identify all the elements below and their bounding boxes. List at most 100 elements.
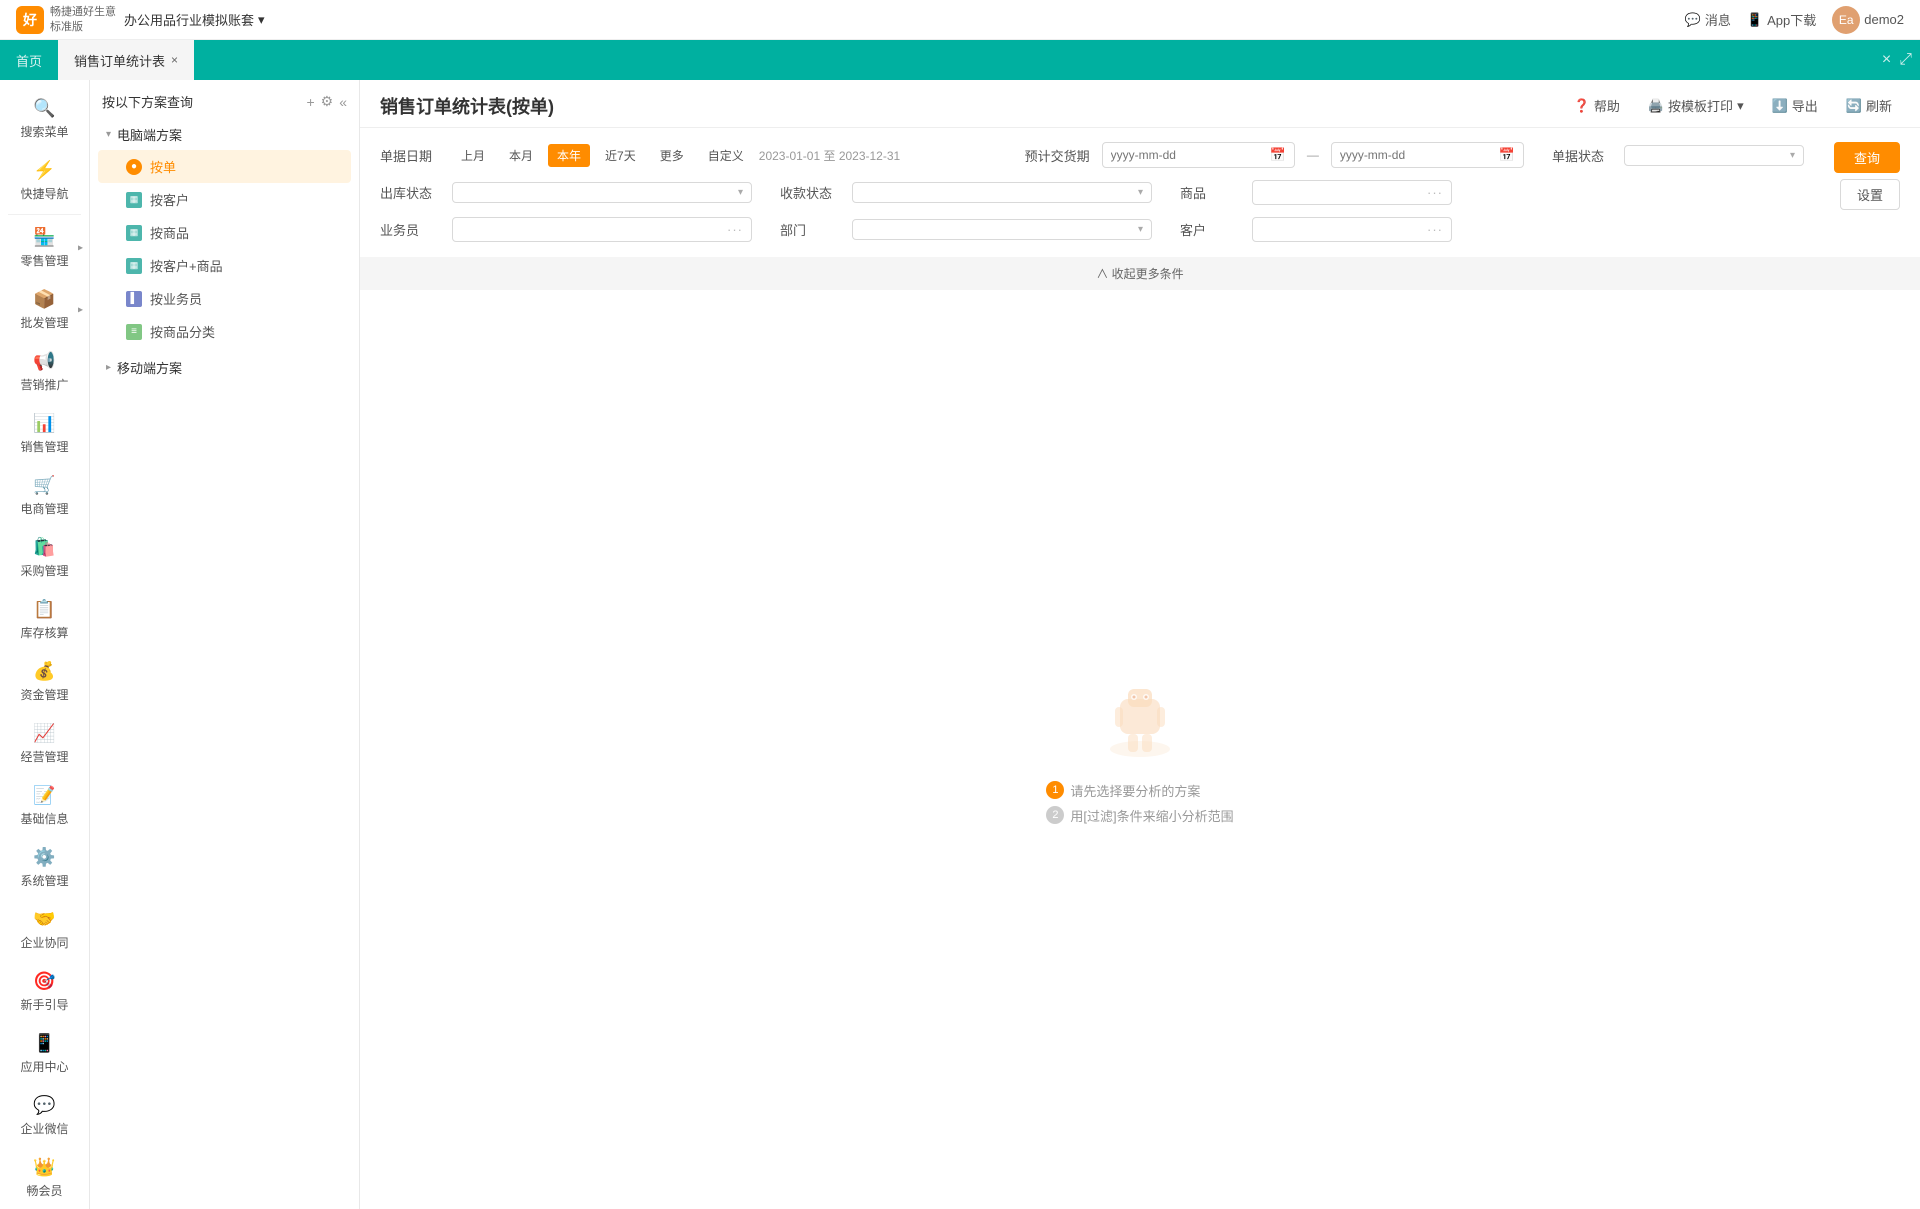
schema-item-by-salesperson[interactable]: ▌ 按业务员 [98,282,351,315]
sidebar-item-label: 快捷导航 [20,185,68,202]
collapse-bar[interactable]: ∧ 收起更多条件 [360,257,1920,290]
filter-row-1: 单据日期 上月 本月 本年 近7天 更多 自定义 2023-01-01 至 20… [380,142,1804,168]
product-label: 商品 [1180,183,1240,202]
window-maximize-icon[interactable]: ⤢ [1899,51,1912,69]
sidebar-item-appstore[interactable]: 📱 应用中心 [0,1023,89,1085]
page-title: 销售订单统计表(按单) [380,93,554,119]
schema-item-by-category[interactable]: ≡ 按商品分类 [98,315,351,348]
sidebar-item-label: 资金管理 [20,686,68,703]
help-button[interactable]: ❓ 帮助 [1566,92,1628,119]
top-bar-right: 💬 消息 📱 App下载 Ea demo2 [1685,6,1904,34]
company-name: 办公用品行业模拟账套 [124,10,254,29]
sales-icon: 📊 [33,413,55,434]
product-more-icon[interactable]: ··· [1427,185,1443,200]
enterprise-icon: 🤝 [33,909,55,930]
sidebar-item-purchase[interactable]: 🛍️ 采购管理 [0,527,89,589]
tab-close-icon[interactable]: × [171,53,178,67]
window-close-icon[interactable]: × [1882,51,1891,69]
retail-icon: 🏪 [33,227,55,248]
department-label: 部门 [780,220,840,239]
export-icon: ⬇️ [1772,98,1788,114]
avatar: Ea [1832,6,1860,34]
shortcut-this-month[interactable]: 本月 [500,144,542,167]
sidebar-item-wechat[interactable]: 💬 企业微信 [0,1085,89,1147]
sidebar-item-label: 电商管理 [20,500,68,517]
company-selector[interactable]: 办公用品行业模拟账套 ▾ [124,10,265,29]
sidebar-item-newbie[interactable]: 🎯 新手引导 [0,961,89,1023]
calendar-icon-end: 📅 [1499,147,1515,163]
sidebar-item-label: 经营管理 [20,748,68,765]
query-button[interactable]: 查询 [1834,142,1900,173]
shortcut-more[interactable]: 更多 [651,144,693,167]
nav-controls: × ⤢ [1874,51,1920,69]
main-area: 销售订单统计表(按单) ❓ 帮助 🖨️ 按模板打印 ▾ ⬇️ 导出 [360,80,1920,1209]
username: demo2 [1864,12,1904,27]
settings-button[interactable]: 设置 [1840,179,1900,210]
mobile-group-header[interactable]: ▸ 移动端方案 [98,352,351,383]
schema-item-by-customer-product[interactable]: ▦ 按客户+商品 [98,249,351,282]
refresh-button[interactable]: 🔄 刷新 [1838,92,1900,119]
sidebar-item-label: 新手引导 [20,996,68,1013]
customer-more-icon[interactable]: ··· [1427,222,1443,237]
department-select[interactable]: ▾ [852,219,1152,240]
settings-schema-icon[interactable]: ⚙ [321,93,334,110]
sidebar-item-search-menu[interactable]: 🔍 搜索菜单 [0,88,89,150]
print-button[interactable]: 🖨️ 按模板打印 ▾ [1640,92,1752,119]
shortcut-this-year[interactable]: 本年 [548,144,590,167]
shortcut-custom[interactable]: 自定义 [699,144,753,167]
payment-status-select[interactable]: ▾ [852,182,1152,203]
mobile-group-label: 移动端方案 [117,358,182,377]
print-dropdown-icon: ▾ [1737,98,1744,114]
app-download-button[interactable]: 📱 App下载 [1747,10,1816,29]
expected-date-end-input[interactable] [1340,148,1495,162]
sidebar-item-system[interactable]: ⚙️ 系统管理 [0,837,89,899]
add-schema-icon[interactable]: + [306,94,314,110]
expected-date-start-input[interactable] [1111,148,1266,162]
filter-row-3: 业务员 ··· 部门 ▾ 客户 [380,217,1804,242]
schema-item-by-customer[interactable]: ▦ 按客户 [98,183,351,216]
product-select[interactable]: ··· [1252,180,1452,205]
tip-1-text: 请先选择要分析的方案 [1070,781,1200,800]
left-panel-title: 按以下方案查询 [102,92,300,111]
sidebar-item-label: 应用中心 [20,1058,68,1075]
filter-buttons: 查询 设置 [1820,142,1900,210]
top-bar-left: 好 畅捷通好生意 标准版 办公用品行业模拟账套 ▾ [16,5,265,34]
out-status-select[interactable]: ▾ [452,182,752,203]
salesperson-label: 业务员 [380,220,440,239]
tab-sales-order-stats[interactable]: 销售订单统计表 × [58,40,194,80]
customer-select[interactable]: ··· [1252,217,1452,242]
by-customer-icon: ▦ [126,192,142,208]
salesperson-more-icon[interactable]: ··· [727,222,743,237]
salesperson-select[interactable]: ··· [452,217,752,242]
tab-home[interactable]: 首页 [0,40,58,80]
sidebar-item-sales[interactable]: 📊 销售管理 [0,403,89,465]
sidebar-item-inventory[interactable]: 📋 库存核算 [0,589,89,651]
shortcut-last-7days[interactable]: 近7天 [596,144,645,167]
pc-group-header[interactable]: ▾ 电脑端方案 [98,119,351,150]
empty-tip-1: 1 请先选择要分析的方案 [1046,781,1233,800]
schema-item-by-product[interactable]: ▦ 按商品 [98,216,351,249]
expected-date-end[interactable]: 📅 [1331,142,1524,168]
sidebar-item-member[interactable]: 👑 畅会员 [0,1147,89,1209]
sidebar-item-wholesale[interactable]: 📦 批发管理 [0,279,89,341]
expected-date-start[interactable]: 📅 [1102,142,1295,168]
schema-item-by-order[interactable]: ● 按单 [98,150,351,183]
sidebar-item-marketing[interactable]: 📢 营销推广 [0,341,89,403]
top-bar: 好 畅捷通好生意 标准版 办公用品行业模拟账套 ▾ 💬 消息 📱 App下载 E… [0,0,1920,40]
sidebar-item-finance[interactable]: 💰 资金管理 [0,651,89,713]
sidebar-item-enterprise[interactable]: 🤝 企业协同 [0,899,89,961]
sidebar-item-operations[interactable]: 📈 经营管理 [0,713,89,775]
status-select[interactable]: ▾ [1624,145,1804,166]
message-button[interactable]: 💬 消息 [1685,10,1731,29]
collapse-panel-icon[interactable]: « [339,94,347,110]
export-button[interactable]: ⬇️ 导出 [1764,92,1826,119]
sidebar-item-ecommerce[interactable]: 🛒 电商管理 [0,465,89,527]
sidebar-item-quick-nav[interactable]: ⚡ 快捷导航 [0,150,89,212]
shortcut-last-month[interactable]: 上月 [452,144,494,167]
user-profile[interactable]: Ea demo2 [1832,6,1904,34]
sidebar-item-label: 库存核算 [20,624,68,641]
sidebar-item-retail[interactable]: 🏪 零售管理 [0,217,89,279]
date-range-display: 2023-01-01 至 2023-12-31 [759,147,900,164]
by-customer-product-icon: ▦ [126,258,142,274]
sidebar-item-basic[interactable]: 📝 基础信息 [0,775,89,837]
